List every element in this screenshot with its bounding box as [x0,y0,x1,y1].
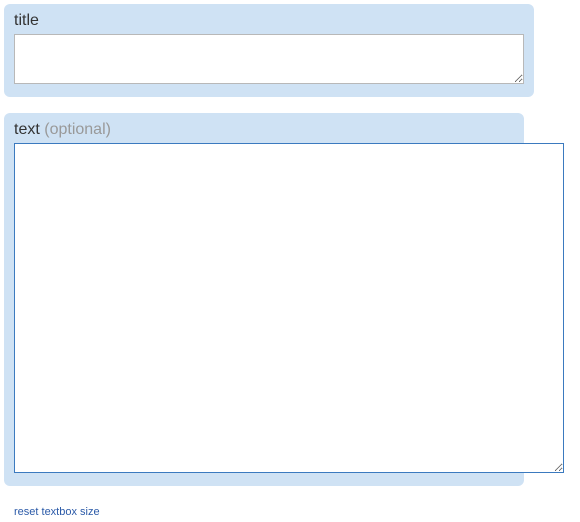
text-label: text (optional) [14,121,514,139]
reset-textbox-link[interactable]: reset textbox size [14,506,100,518]
title-input[interactable] [14,34,524,84]
title-label: title [14,12,524,30]
text-optional-hint: (optional) [44,121,111,138]
text-input[interactable] [14,143,564,473]
title-label-text: title [14,12,39,29]
text-label-text: text [14,121,40,138]
text-field-group: text (optional) [4,113,524,486]
title-field-group: title [4,4,534,97]
